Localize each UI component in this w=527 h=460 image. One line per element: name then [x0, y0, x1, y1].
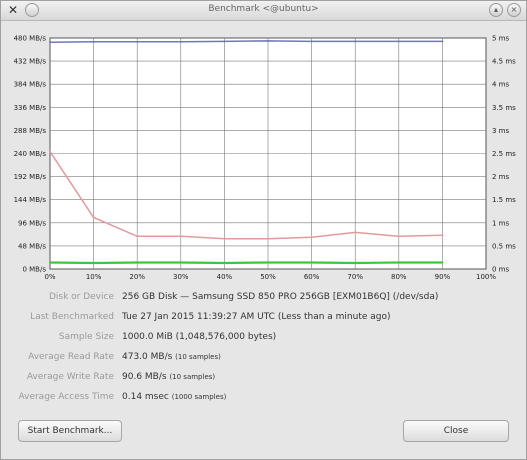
series-point-2 [223, 237, 226, 240]
y-right-tick-label: 4.5 ms [492, 58, 516, 66]
read-rate-label: Average Read Rate [28, 352, 114, 362]
x-tick-label: 90% [435, 273, 451, 281]
write-rate-row: Average Write Rate 90.6 MB/s (10 samples… [1, 372, 527, 386]
series-point-1 [310, 40, 313, 43]
y-right-tick-label: 2 ms [492, 173, 509, 181]
series-point-1 [179, 40, 182, 43]
disk-row: Disk or Device 256 GB Disk — Samsung SSD… [1, 292, 527, 306]
sample-size-value: 1000.0 MiB (1,048,576,000 bytes) [122, 332, 277, 342]
x-tick-label: 100% [476, 273, 496, 281]
y-right-tick-label: 0 ms [492, 266, 509, 274]
series-point-1 [92, 40, 95, 43]
y-right-tick-label: 4 ms [492, 81, 509, 89]
close-window-button[interactable]: × [507, 3, 521, 17]
y-left-tick-label: 144 MB/s [14, 196, 47, 204]
sample-size-row: Sample Size 1000.0 MiB (1,048,576,000 by… [1, 332, 527, 346]
y-left-tick-label: 48 MB/s [18, 242, 46, 250]
y-left-tick-label: 240 MB/s [14, 150, 47, 158]
series-point-3 [441, 261, 444, 264]
series-point-1 [223, 40, 226, 43]
y-right-tick-label: 5 ms [492, 35, 509, 43]
series-point-1 [354, 40, 357, 43]
y-left-tick-label: 0 MB/s [22, 266, 46, 274]
y-right-tick-label: 2.5 ms [492, 150, 516, 158]
series-point-1 [397, 40, 400, 43]
x-tick-label: 0% [44, 273, 55, 281]
write-rate-label: Average Write Rate [26, 372, 114, 382]
series-point-3 [179, 261, 182, 264]
series-point-3 [397, 261, 400, 264]
last-benchmarked-label: Last Benchmarked [30, 312, 114, 322]
last-benchmarked-value: Tue 27 Jan 2015 11:39:27 AM UTC (Less th… [122, 312, 391, 322]
series-point-1 [267, 39, 269, 42]
series-point-1 [136, 40, 139, 43]
series-point-2 [267, 237, 269, 240]
write-rate-samples: (10 samples) [169, 373, 216, 381]
series-point-3 [223, 261, 226, 264]
read-rate-row: Average Read Rate 473.0 MB/s (10 samples… [1, 352, 527, 366]
series-point-2 [92, 216, 95, 219]
y-left-tick-label: 384 MB/s [14, 81, 47, 89]
x-tick-label: 70% [347, 273, 363, 281]
series-point-3 [354, 261, 357, 264]
series-point-2 [354, 231, 357, 234]
y-left-tick-label: 480 MB/s [14, 35, 47, 43]
y-right-tick-label: 1.5 ms [492, 196, 516, 204]
x-tick-label: 80% [391, 273, 407, 281]
access-time-value: 0.14 msec (1000 samples) [122, 392, 226, 402]
x-tick-label: 20% [129, 273, 145, 281]
close-button[interactable]: Close [403, 420, 509, 442]
y-left-tick-label: 336 MB/s [14, 104, 47, 112]
y-right-tick-label: 3 ms [492, 127, 509, 135]
y-right-tick-label: 1 ms [492, 219, 509, 227]
series-point-3 [49, 261, 51, 264]
series-point-3 [267, 261, 269, 264]
access-time-row: Average Access Time 0.14 msec (1000 samp… [1, 392, 527, 406]
window-title: Benchmark <@ubuntu> [208, 4, 319, 14]
access-time-samples: (1000 samples) [171, 393, 227, 401]
series-point-2 [136, 235, 139, 238]
x-tick-label: 40% [217, 273, 233, 281]
access-time-number: 0.14 msec [122, 392, 169, 402]
y-left-tick-label: 96 MB/s [18, 219, 46, 227]
access-time-label: Average Access Time [18, 392, 114, 402]
series-point-1 [49, 41, 51, 44]
series-point-2 [49, 150, 51, 153]
last-benchmarked-row: Last Benchmarked Tue 27 Jan 2015 11:39:2… [1, 312, 527, 326]
disk-label: Disk or Device [48, 292, 114, 302]
series-point-1 [441, 40, 444, 43]
write-rate-value: 90.6 MB/s (10 samples) [122, 372, 215, 382]
benchmark-chart-svg: 0% 10% 20% 30% 40% 50% 60% 70% 80% 90% 100% 0 MB/s 4… [14, 35, 517, 282]
series-point-2 [441, 234, 444, 237]
read-rate-samples: (10 samples) [175, 353, 221, 361]
benchmark-chart: 0% 10% 20% 30% 40% 50% 60% 70% 80% 90% 100% 0 MB/s 4… [1, 23, 527, 285]
series-point-2 [310, 236, 313, 239]
disk-value: 256 GB Disk — Samsung SSD 850 PRO 256GB … [122, 292, 439, 302]
y-left-tick-label: 288 MB/s [14, 127, 47, 135]
series-point-3 [92, 261, 95, 264]
benchmark-window: ✕ Benchmark <@ubuntu> ▴ × 0% 10% 20% 30% 40%… [0, 0, 527, 460]
y-left-tick-label: 192 MB/s [14, 173, 47, 181]
chevron-up-icon[interactable]: ▴ [489, 3, 503, 17]
x-tick-label: 60% [304, 273, 320, 281]
write-rate-number: 90.6 MB/s [122, 372, 167, 382]
y-right-tick-label: 3.5 ms [492, 104, 516, 112]
read-rate-value: 473.0 MB/s (10 samples) [122, 352, 221, 362]
series-point-3 [310, 261, 313, 264]
read-rate-number: 473.0 MB/s [122, 352, 173, 362]
series-point-3 [136, 261, 139, 264]
start-benchmark-button[interactable]: Start Benchmark... [18, 420, 122, 442]
series-line-3 [49, 261, 443, 265]
series-point-2 [397, 235, 400, 238]
titlebar: ✕ Benchmark <@ubuntu> ▴ × [1, 1, 526, 21]
series-point-2 [179, 235, 182, 238]
x-tick-label: 30% [173, 273, 189, 281]
x-tick-label: 50% [260, 273, 276, 281]
y-right-tick-label: 0.5 ms [492, 242, 516, 250]
y-left-tick-label: 432 MB/s [14, 58, 47, 66]
sample-size-label: Sample Size [58, 332, 114, 342]
x-tick-label: 10% [86, 273, 102, 281]
